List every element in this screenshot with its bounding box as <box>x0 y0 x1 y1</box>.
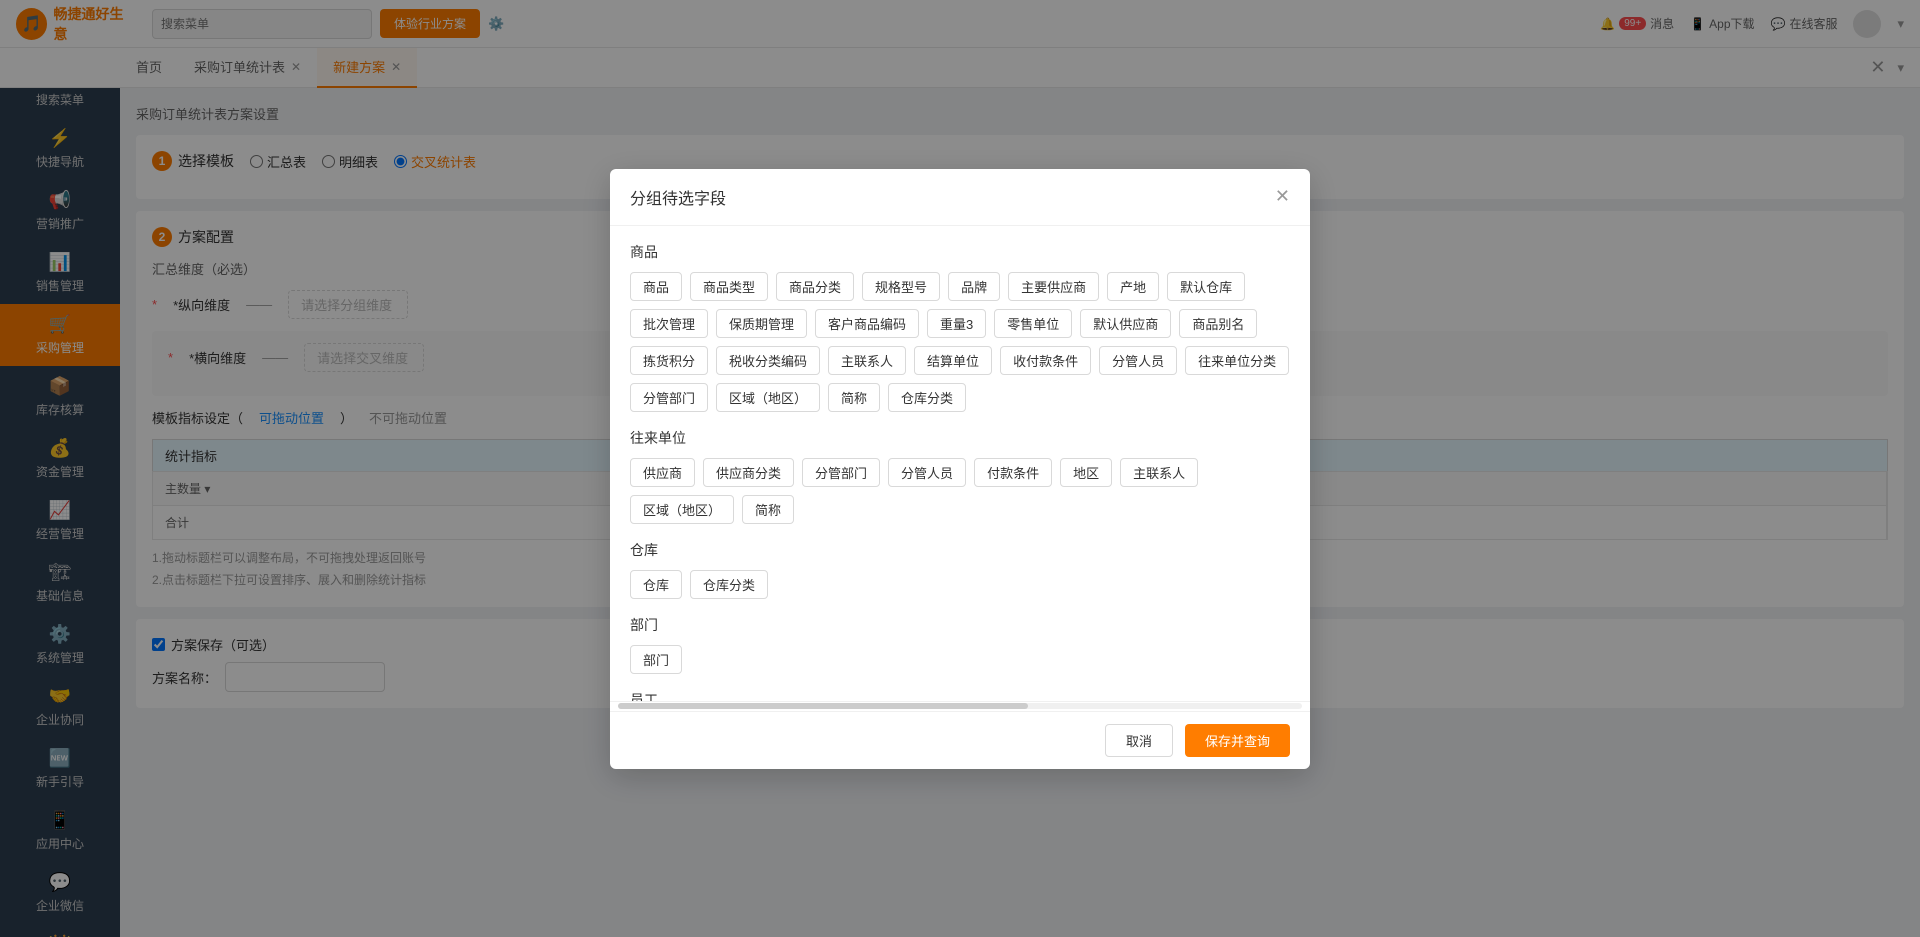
field-tag-0-10[interactable]: 客户商品编码 <box>815 309 919 338</box>
field-tag-0-13[interactable]: 默认供应商 <box>1080 309 1171 338</box>
field-tag-0-14[interactable]: 商品别名 <box>1179 309 1257 338</box>
modal-body: 商品商品商品类型商品分类规格型号品牌主要供应商产地默认仓库批次管理保质期管理客户… <box>610 226 1310 702</box>
field-tag-0-9[interactable]: 保质期管理 <box>716 309 807 338</box>
field-tag-0-8[interactable]: 批次管理 <box>630 309 708 338</box>
field-tag-0-2[interactable]: 商品分类 <box>776 272 854 301</box>
field-tag-0-18[interactable]: 结算单位 <box>914 346 992 375</box>
field-tag-1-3[interactable]: 分管人员 <box>888 458 966 487</box>
field-section-1: 往来单位供应商供应商分类分管部门分管人员付款条件地区主联系人区域（地区） 简称 <box>630 428 1290 524</box>
field-section-0: 商品商品商品类型商品分类规格型号品牌主要供应商产地默认仓库批次管理保质期管理客户… <box>630 242 1290 412</box>
field-tag-0-6[interactable]: 产地 <box>1107 272 1159 301</box>
section-title-3: 部门 <box>630 615 1290 635</box>
field-section-4: 员工业务员 <box>630 690 1290 702</box>
field-tag-0-12[interactable]: 零售单位 <box>994 309 1072 338</box>
field-select-modal: 分组待选字段 ✕ 商品商品商品类型商品分类规格型号品牌主要供应商产地默认仓库批次… <box>610 169 1310 769</box>
field-tag-1-5[interactable]: 地区 <box>1060 458 1112 487</box>
field-tag-0-19[interactable]: 收付款条件 <box>1000 346 1091 375</box>
modal-overlay: 分组待选字段 ✕ 商品商品商品类型商品分类规格型号品牌主要供应商产地默认仓库批次… <box>0 0 1920 937</box>
modal-close-btn[interactable]: ✕ <box>1275 186 1290 207</box>
field-tag-0-7[interactable]: 默认仓库 <box>1167 272 1245 301</box>
field-tag-0-21[interactable]: 往来单位分类 <box>1185 346 1289 375</box>
field-tag-0-0[interactable]: 商品 <box>630 272 682 301</box>
field-tag-0-23[interactable]: 区域（地区） <box>716 383 820 412</box>
field-tag-0-3[interactable]: 规格型号 <box>862 272 940 301</box>
field-section-3: 部门部门 <box>630 615 1290 674</box>
field-grid-3: 部门 <box>630 645 1290 674</box>
section-title-0: 商品 <box>630 242 1290 262</box>
field-tag-3-0[interactable]: 部门 <box>630 645 682 674</box>
section-title-1: 往来单位 <box>630 428 1290 448</box>
field-tag-0-24[interactable]: 简称 <box>828 383 880 412</box>
section-title-2: 仓库 <box>630 540 1290 560</box>
modal-hscroll[interactable] <box>610 701 1310 710</box>
field-tag-0-25[interactable]: 仓库分类 <box>888 383 966 412</box>
field-tag-1-7[interactable]: 区域（地区） <box>630 495 734 524</box>
field-tag-1-0[interactable]: 供应商 <box>630 458 695 487</box>
cancel-button[interactable]: 取消 <box>1105 724 1173 757</box>
field-section-2: 仓库仓库仓库分类 <box>630 540 1290 599</box>
field-tag-1-2[interactable]: 分管部门 <box>802 458 880 487</box>
field-tag-0-22[interactable]: 分管部门 <box>630 383 708 412</box>
field-tag-0-11[interactable]: 重量3 <box>927 309 986 338</box>
field-tag-0-20[interactable]: 分管人员 <box>1099 346 1177 375</box>
confirm-button[interactable]: 保存并查询 <box>1185 724 1290 757</box>
field-tag-0-15[interactable]: 拣货积分 <box>630 346 708 375</box>
section-title-4: 员工 <box>630 690 1290 702</box>
field-tag-0-17[interactable]: 主联系人 <box>828 346 906 375</box>
field-grid-1: 供应商供应商分类分管部门分管人员付款条件地区主联系人区域（地区） 简称 <box>630 458 1290 524</box>
field-grid-2: 仓库仓库分类 <box>630 570 1290 599</box>
modal-header: 分组待选字段 ✕ <box>610 169 1310 226</box>
field-tag-2-1[interactable]: 仓库分类 <box>690 570 768 599</box>
field-tag-0-16[interactable]: 税收分类编码 <box>716 346 820 375</box>
field-tag-0-4[interactable]: 品牌 <box>948 272 1000 301</box>
field-grid-0: 商品商品类型商品分类规格型号品牌主要供应商产地默认仓库批次管理保质期管理客户商品… <box>630 272 1290 412</box>
modal-title: 分组待选字段 <box>630 185 726 209</box>
field-tag-0-5[interactable]: 主要供应商 <box>1008 272 1099 301</box>
field-tag-2-0[interactable]: 仓库 <box>630 570 682 599</box>
field-tag-1-6[interactable]: 主联系人 <box>1120 458 1198 487</box>
field-tag-0-1[interactable]: 商品类型 <box>690 272 768 301</box>
field-tag-1-4[interactable]: 付款条件 <box>974 458 1052 487</box>
modal-footer: 取消 保存并查询 <box>610 711 1310 769</box>
field-tag-1-1[interactable]: 供应商分类 <box>703 458 794 487</box>
field-tag-1-8[interactable]: 简称 <box>742 495 794 524</box>
